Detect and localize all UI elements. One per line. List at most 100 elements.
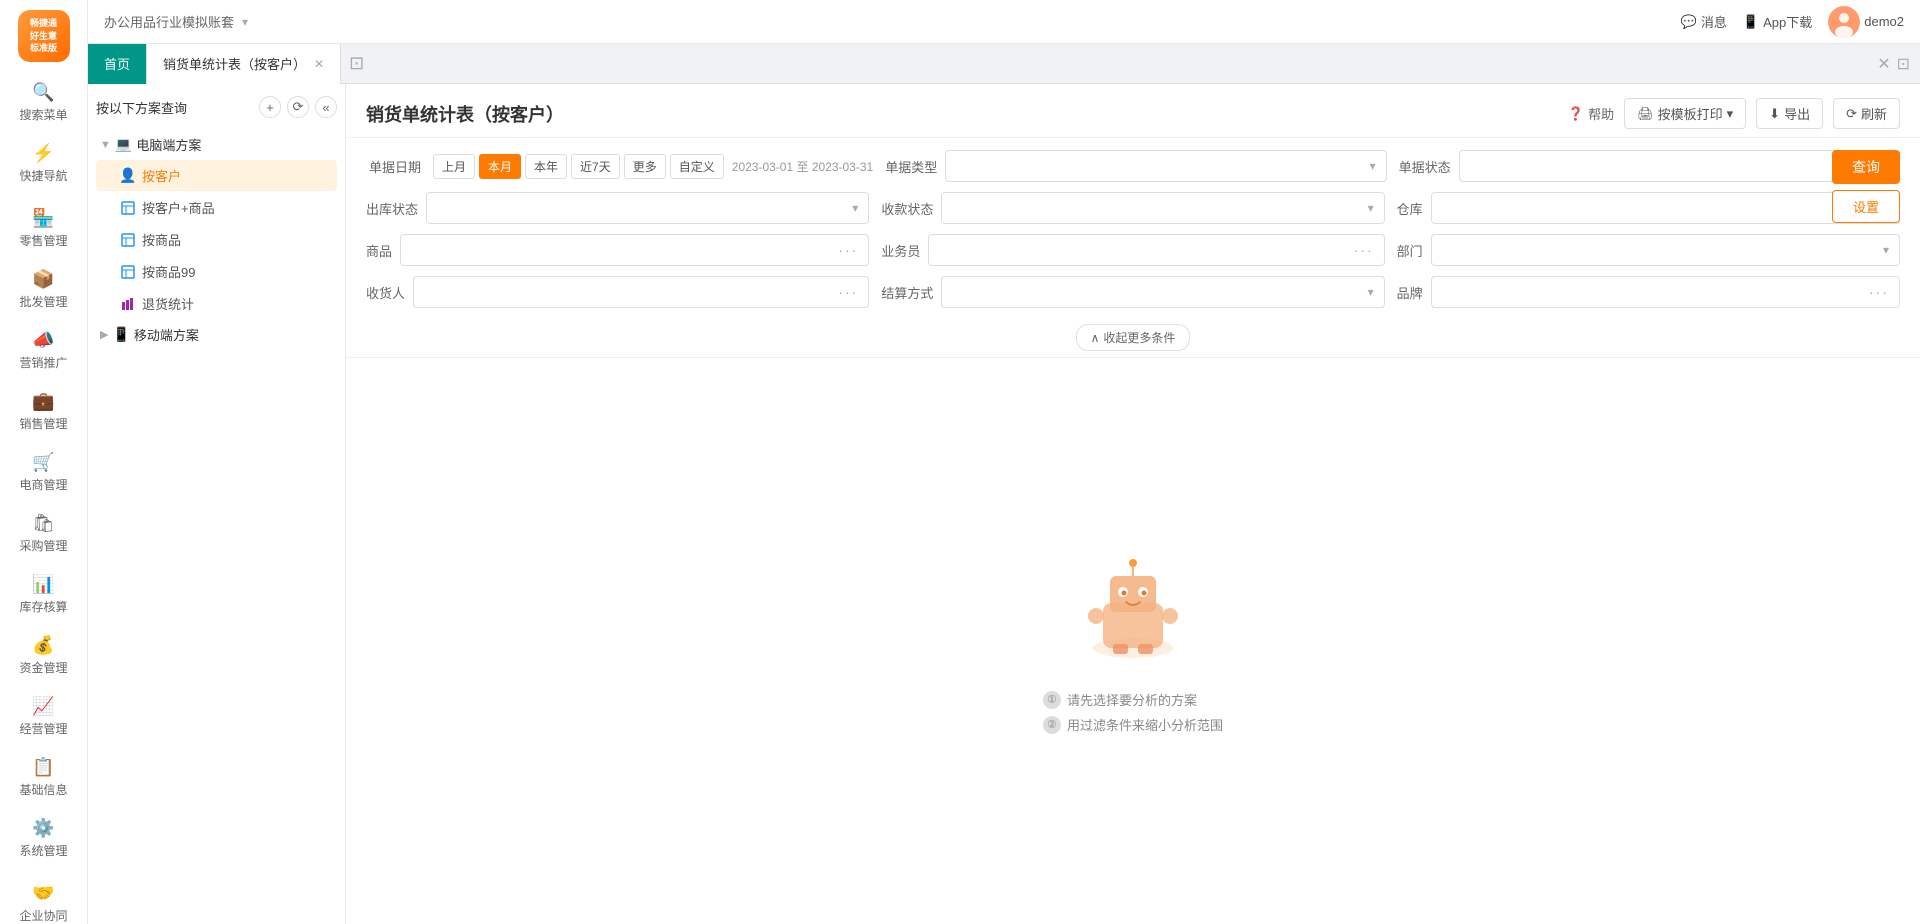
date-btn-last7[interactable]: 近7天 [571, 154, 620, 179]
help-link[interactable]: ❓ 帮助 [1568, 104, 1614, 123]
tree-group-header-mobile[interactable]: ▶ 📱 移动端方案 [96, 320, 337, 349]
maximize-window-icon[interactable]: ⊡ [1897, 54, 1910, 74]
tree-group-header-pc[interactable]: ▼ 💻 电脑端方案 [96, 130, 337, 159]
product-icon [120, 232, 136, 248]
warehouse-label: 仓库 [1397, 199, 1423, 218]
tab-close-icon[interactable]: ✕ [314, 57, 324, 71]
add-icon: + [266, 100, 274, 115]
app-download-button[interactable]: 📱 App下载 [1743, 12, 1812, 31]
sidebar-item-system[interactable]: ⚙️ 系统管理 [0, 808, 87, 869]
message-icon: 💬 [1681, 14, 1697, 30]
add-scheme-button[interactable]: + [259, 96, 281, 118]
sidebar-item-basic[interactable]: 📋 基础信息 [0, 747, 87, 808]
filter-row-3: 商品 ··· 业务员 ··· 部门 [366, 234, 1900, 266]
message-button[interactable]: 💬 消息 [1681, 12, 1727, 31]
sidebar-item-label: 销售管理 [19, 415, 67, 432]
header-dropdown-icon[interactable]: ▾ [242, 15, 248, 29]
print-icon: 🖨 [1637, 106, 1654, 122]
page-actions: ❓ 帮助 🖨 按模板打印 ▾ ⬇ 导出 ⟳ 刷新 [1568, 98, 1900, 129]
user-menu[interactable]: demo2 [1828, 6, 1904, 38]
tree-item-by-customer[interactable]: 👤 按客户 [96, 160, 337, 191]
sidebar-item-search[interactable]: 🔍 搜索菜单 [0, 72, 87, 133]
date-btn-more[interactable]: 更多 [624, 154, 666, 179]
finance-icon: 💰 [32, 635, 54, 656]
tab-home-label: 首页 [104, 54, 130, 73]
tree-arrow-mobile: ▶ [100, 328, 108, 341]
close-window-icon[interactable]: ✕ [1877, 54, 1890, 74]
sidebar-item-label: 采购管理 [19, 537, 67, 554]
sidebar-item-label: 搜索菜单 [19, 106, 67, 123]
sidebar-item-inventory[interactable]: 📊 库存核算 [0, 564, 87, 625]
marketing-icon: 📣 [32, 330, 54, 351]
empty-illustration [1068, 548, 1198, 678]
date-btn-this-month[interactable]: 本月 [479, 154, 521, 179]
help-icon: ❓ [1568, 106, 1584, 122]
query-button[interactable]: 查询 [1832, 150, 1900, 184]
sidebar-item-retail[interactable]: 🏪 零售管理 [0, 198, 87, 259]
payment-select[interactable]: ▾ [941, 276, 1384, 308]
receipt-status-select[interactable]: ▾ [941, 192, 1384, 224]
tree-item-by-product[interactable]: 按商品 [96, 224, 337, 255]
date-btn-this-year[interactable]: 本年 [525, 154, 567, 179]
sidebar-item-enterprise[interactable]: 🤝 企业协同 [0, 873, 87, 924]
tree-item-return-stats[interactable]: 退货统计 [96, 288, 337, 319]
empty-tip-2: ② 用过滤条件来缩小分析范围 [1043, 715, 1223, 734]
recipient-label: 收货人 [366, 283, 405, 302]
salesperson-select[interactable]: ··· [928, 234, 1384, 266]
maximize-icon[interactable]: ⊡ [349, 53, 364, 74]
sidebar-item-sales[interactable]: 💼 销售管理 [0, 381, 87, 442]
customer-icon: 👤 [120, 168, 136, 184]
refresh-scheme-button[interactable]: ⟳ [287, 96, 309, 118]
tree-item-by-product99[interactable]: 按商品99 [96, 256, 337, 287]
type-filter-label: 单据类型 [885, 157, 937, 176]
payment-dropdown-icon: ▾ [1368, 285, 1374, 299]
product-select[interactable]: ··· [400, 234, 869, 266]
brand-select[interactable]: ··· [1431, 276, 1900, 308]
collapse-button[interactable]: ∧ 收起更多条件 [1076, 324, 1191, 351]
salesperson-label: 业务员 [881, 241, 920, 260]
ecommerce-icon: 🛒 [32, 452, 54, 473]
salesperson-dots: ··· [1354, 242, 1374, 258]
sidebar-item-purchase[interactable]: 🛍 采购管理 [0, 503, 87, 564]
collapse-panel-button[interactable]: « [315, 96, 337, 118]
product-group: 商品 ··· [366, 234, 869, 266]
sidebar-item-label: 企业协同 [19, 907, 67, 924]
empty-tip-1: ① 请先选择要分析的方案 [1043, 690, 1223, 709]
main-area: 办公用品行业模拟账套 ▾ 💬 消息 📱 App下载 de [88, 0, 1920, 924]
refresh-button[interactable]: ⟳ 刷新 [1833, 98, 1900, 129]
tab-home[interactable]: 首页 [88, 44, 147, 84]
type-filter-select[interactable]: ▾ [945, 150, 1386, 182]
template-print-button[interactable]: 🖨 按模板打印 ▾ [1624, 98, 1746, 129]
sidebar-item-label: 系统管理 [19, 842, 67, 859]
pc-group-label: 电脑端方案 [136, 135, 201, 154]
tree-item-by-customer-product[interactable]: 按客户+商品 [96, 192, 337, 223]
sidebar: 畅捷通好生意标准版 🔍 搜索菜单 ⚡ 快捷导航 🏪 零售管理 📦 批发管理 📣 … [0, 0, 88, 924]
settings-button[interactable]: 设置 [1832, 190, 1900, 223]
tab-report-label: 销货单统计表（按客户） [163, 54, 306, 73]
avatar [1828, 6, 1860, 38]
out-status-select[interactable]: ▾ [426, 192, 869, 224]
sidebar-item-operations[interactable]: 📈 经营管理 [0, 686, 87, 747]
sidebar-item-quicknav[interactable]: ⚡ 快捷导航 [0, 133, 87, 194]
sidebar-item-finance[interactable]: 💰 资金管理 [0, 625, 87, 686]
app-header: 办公用品行业模拟账套 ▾ 💬 消息 📱 App下载 de [88, 0, 1920, 44]
export-button[interactable]: ⬇ 导出 [1756, 98, 1823, 129]
sidebar-item-label: 资金管理 [19, 659, 67, 676]
help-label: 帮助 [1588, 104, 1614, 123]
sidebar-item-ecommerce[interactable]: 🛒 电商管理 [0, 442, 87, 503]
sidebar-item-wholesale[interactable]: 📦 批发管理 [0, 259, 87, 320]
warehouse-select[interactable]: ··· [1431, 192, 1900, 224]
date-btn-custom[interactable]: 自定义 [670, 154, 724, 179]
logo-icon: 畅捷通好生意标准版 [18, 10, 70, 62]
date-btn-last-month[interactable]: 上月 [433, 154, 475, 179]
department-select[interactable]: ▾ [1431, 234, 1900, 266]
type-status-group: 单据类型 ▾ 单据状态 ▾ [885, 150, 1900, 182]
sidebar-item-marketing[interactable]: 📣 营销推广 [0, 320, 87, 381]
app-title: 办公用品行业模拟账套 [104, 12, 234, 31]
inventory-icon: 📊 [32, 574, 54, 595]
header-left: 办公用品行业模拟账套 ▾ [104, 12, 248, 31]
recipient-select[interactable]: ··· [413, 276, 869, 308]
tab-report[interactable]: 销货单统计表（按客户） ✕ [147, 44, 341, 84]
department-dropdown-icon: ▾ [1883, 243, 1889, 257]
return-stats-icon [120, 296, 136, 312]
